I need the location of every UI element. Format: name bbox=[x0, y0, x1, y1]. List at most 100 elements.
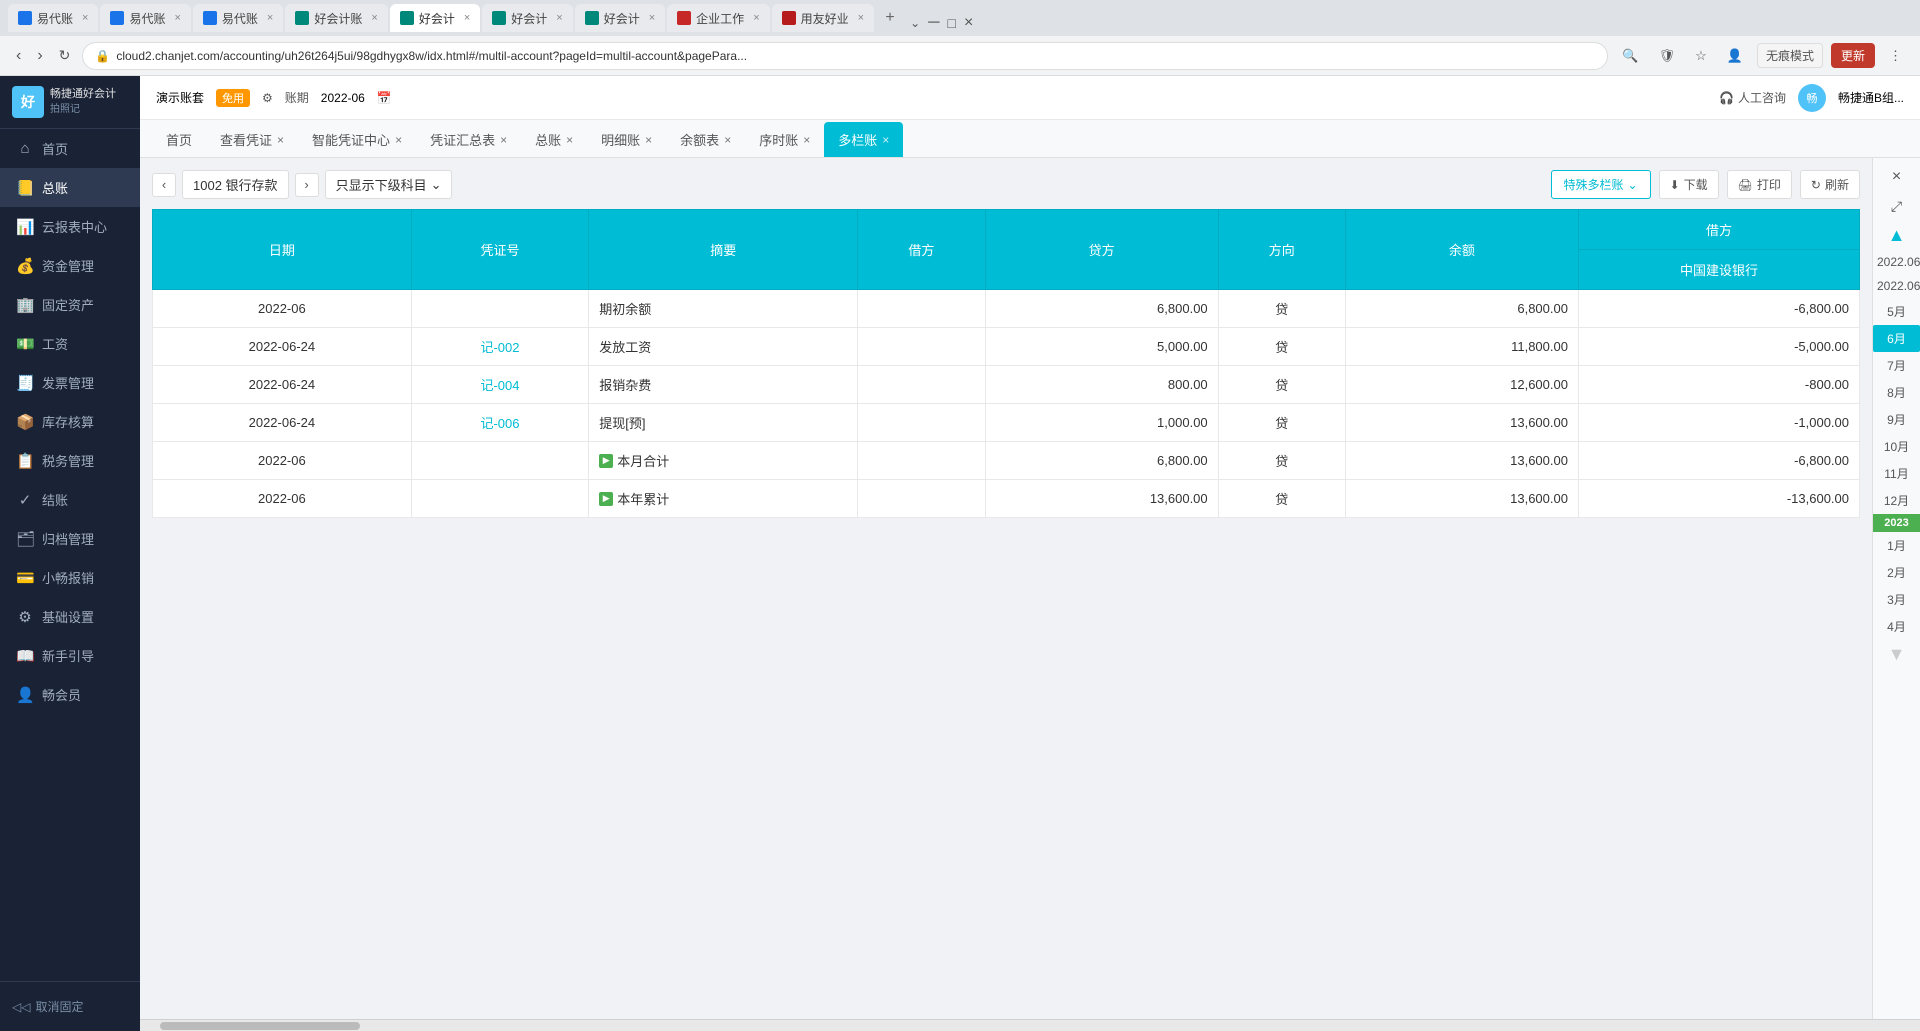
month-jul[interactable]: 7月 bbox=[1873, 352, 1920, 379]
browser-tab-7[interactable]: 好会计 × bbox=[575, 4, 665, 32]
scroll-up-button[interactable]: ▲ bbox=[1884, 221, 1910, 250]
cell-voucher[interactable]: 记-004 bbox=[411, 366, 589, 404]
sidebar-item-reports[interactable]: 📊 云报表中心 bbox=[0, 207, 140, 246]
tab-close-view-voucher[interactable]: × bbox=[277, 133, 284, 147]
tab-close-7[interactable]: × bbox=[649, 12, 655, 24]
scroll-down-button[interactable]: ▼ bbox=[1884, 640, 1910, 669]
minimize-button[interactable]: ─ bbox=[928, 14, 939, 32]
sidebar-item-assets[interactable]: 🏢 固定资产 bbox=[0, 285, 140, 324]
bookmark-button[interactable]: ☆ bbox=[1689, 48, 1713, 64]
browser-tab-2[interactable]: 易代账 × bbox=[100, 4, 190, 32]
browser-tab-3[interactable]: 易代账 × bbox=[193, 4, 283, 32]
month-feb[interactable]: 2月 bbox=[1873, 559, 1920, 586]
panel-close-button[interactable]: × bbox=[1886, 162, 1907, 192]
month-dec[interactable]: 12月 bbox=[1873, 487, 1920, 514]
voucher-link[interactable]: 记-006 bbox=[480, 416, 519, 431]
reload-button[interactable]: ↻ bbox=[55, 43, 75, 68]
cell-voucher[interactable]: 记-006 bbox=[411, 404, 589, 442]
update-button[interactable]: 更新 bbox=[1831, 43, 1875, 68]
prev-account-button[interactable]: ‹ bbox=[152, 173, 176, 197]
calendar-icon[interactable]: 📅 bbox=[377, 91, 392, 105]
tab-close-2[interactable]: × bbox=[174, 12, 180, 24]
sub-filter-button[interactable]: 只显示下级科目 ⌄ bbox=[325, 170, 453, 199]
tab-journal[interactable]: 序时账 × bbox=[745, 122, 824, 157]
refresh-button[interactable]: ↻ 刷新 bbox=[1800, 170, 1860, 199]
tab-close-4[interactable]: × bbox=[371, 12, 377, 24]
panel-expand-button[interactable]: ⤢ bbox=[1885, 192, 1908, 221]
tab-close-balance-sheet[interactable]: × bbox=[724, 133, 731, 147]
tab-close-1[interactable]: × bbox=[82, 12, 88, 24]
shield-button[interactable]: 🛡 bbox=[1653, 48, 1682, 64]
sidebar-item-home[interactable]: ⌂ 首页 bbox=[0, 129, 140, 168]
horizontal-scrollbar[interactable] bbox=[140, 1019, 1920, 1031]
tab-view-voucher[interactable]: 查看凭证 × bbox=[206, 122, 298, 157]
browser-tab-6[interactable]: 好会计 × bbox=[482, 4, 572, 32]
period-2022-06-top[interactable]: 2022.06 bbox=[1873, 250, 1920, 274]
sidebar-item-close[interactable]: ✓ 结账 bbox=[0, 480, 140, 519]
month-jan[interactable]: 1月 bbox=[1873, 532, 1920, 559]
menu-button[interactable]: ⋮ bbox=[1883, 48, 1908, 64]
sidebar-item-salary[interactable]: 💵 工资 bbox=[0, 324, 140, 363]
forward-button[interactable]: › bbox=[33, 43, 46, 69]
browser-tab-9[interactable]: 用友好业 × bbox=[772, 4, 874, 32]
sidebar-item-ledger[interactable]: 📒 总账 bbox=[0, 168, 140, 207]
month-aug[interactable]: 8月 bbox=[1873, 379, 1920, 406]
month-nov[interactable]: 11月 bbox=[1873, 460, 1920, 487]
special-multicolumn-button[interactable]: 特殊多栏账 ⌄ bbox=[1551, 170, 1651, 199]
consultant-button[interactable]: 🎧 人工咨询 bbox=[1719, 89, 1786, 106]
tab-general-ledger[interactable]: 总账 × bbox=[521, 122, 587, 157]
download-button[interactable]: ⬇ 下载 bbox=[1659, 170, 1719, 199]
search-button[interactable]: 🔍 bbox=[1616, 48, 1644, 64]
profile-button[interactable]: 👤 bbox=[1721, 48, 1749, 64]
tab-close-multi-column[interactable]: × bbox=[882, 133, 889, 147]
tab-close-6[interactable]: × bbox=[556, 12, 562, 24]
month-jun[interactable]: 6月 bbox=[1873, 325, 1920, 352]
sidebar-item-tax[interactable]: 📋 税务管理 bbox=[0, 441, 140, 480]
sidebar-item-invoice[interactable]: 🧾 发票管理 bbox=[0, 363, 140, 402]
tab-close-smart-voucher[interactable]: × bbox=[395, 133, 402, 147]
tab-close-detail-ledger[interactable]: × bbox=[645, 133, 652, 147]
tab-close-3[interactable]: × bbox=[267, 12, 273, 24]
new-tab-button[interactable]: + bbox=[876, 4, 904, 32]
url-bar[interactable]: 🔒 cloud2.chanjet.com/accounting/uh26t264… bbox=[82, 42, 1608, 70]
tab-voucher-summary[interactable]: 凭证汇总表 × bbox=[416, 122, 521, 157]
sidebar-item-inventory[interactable]: 📦 库存核算 bbox=[0, 402, 140, 441]
voucher-link[interactable]: 记-002 bbox=[480, 340, 519, 355]
period-2022-06-2[interactable]: 2022.06 bbox=[1873, 274, 1920, 298]
scrollbar-thumb[interactable] bbox=[160, 1022, 360, 1030]
tab-close-5[interactable]: × bbox=[464, 12, 470, 24]
browser-tab-8[interactable]: 企业工作 × bbox=[667, 4, 769, 32]
tab-smart-voucher[interactable]: 智能凭证中心 × bbox=[298, 122, 416, 157]
tab-close-journal[interactable]: × bbox=[803, 133, 810, 147]
account-badge[interactable]: 免用 bbox=[216, 89, 250, 107]
voucher-link[interactable]: 记-004 bbox=[480, 378, 519, 393]
unfix-button[interactable]: ◁◁ 取消固定 bbox=[0, 990, 140, 1023]
month-sep[interactable]: 9月 bbox=[1873, 406, 1920, 433]
sidebar-item-archive[interactable]: 🗂 归档管理 bbox=[0, 519, 140, 558]
close-window-button[interactable]: × bbox=[964, 14, 973, 32]
browser-tab-5[interactable]: 好会计 × bbox=[390, 4, 480, 32]
sidebar-item-settings[interactable]: ⚙ 基础设置 bbox=[0, 597, 140, 636]
tab-detail-ledger[interactable]: 明细账 × bbox=[587, 122, 666, 157]
tab-list-button[interactable]: ⌄ bbox=[910, 16, 920, 30]
cell-voucher[interactable]: 记-002 bbox=[411, 328, 589, 366]
tab-close-voucher-summary[interactable]: × bbox=[500, 133, 507, 147]
wuhen-button[interactable]: 无痕模式 bbox=[1757, 43, 1823, 68]
month-may[interactable]: 5月 bbox=[1873, 298, 1920, 325]
month-apr[interactable]: 4月 bbox=[1873, 613, 1920, 640]
tab-multi-column[interactable]: 多栏账 × bbox=[824, 122, 903, 157]
sidebar-item-member[interactable]: 👤 畅会员 bbox=[0, 675, 140, 714]
back-button[interactable]: ‹ bbox=[12, 43, 25, 69]
tab-close-9[interactable]: × bbox=[858, 12, 864, 24]
month-mar[interactable]: 3月 bbox=[1873, 586, 1920, 613]
settings-icon-top[interactable]: ⚙ bbox=[262, 91, 273, 105]
maximize-button[interactable]: □ bbox=[947, 15, 955, 31]
browser-tab-1[interactable]: 易代账 × bbox=[8, 4, 98, 32]
tab-close-general-ledger[interactable]: × bbox=[566, 133, 573, 147]
print-button[interactable]: 🖨 打印 bbox=[1727, 170, 1792, 199]
next-account-button[interactable]: › bbox=[295, 173, 319, 197]
sidebar-item-guide[interactable]: 📖 新手引导 bbox=[0, 636, 140, 675]
tab-close-8[interactable]: × bbox=[753, 12, 759, 24]
month-oct[interactable]: 10月 bbox=[1873, 433, 1920, 460]
browser-tab-4[interactable]: 好会计账 × bbox=[285, 4, 387, 32]
